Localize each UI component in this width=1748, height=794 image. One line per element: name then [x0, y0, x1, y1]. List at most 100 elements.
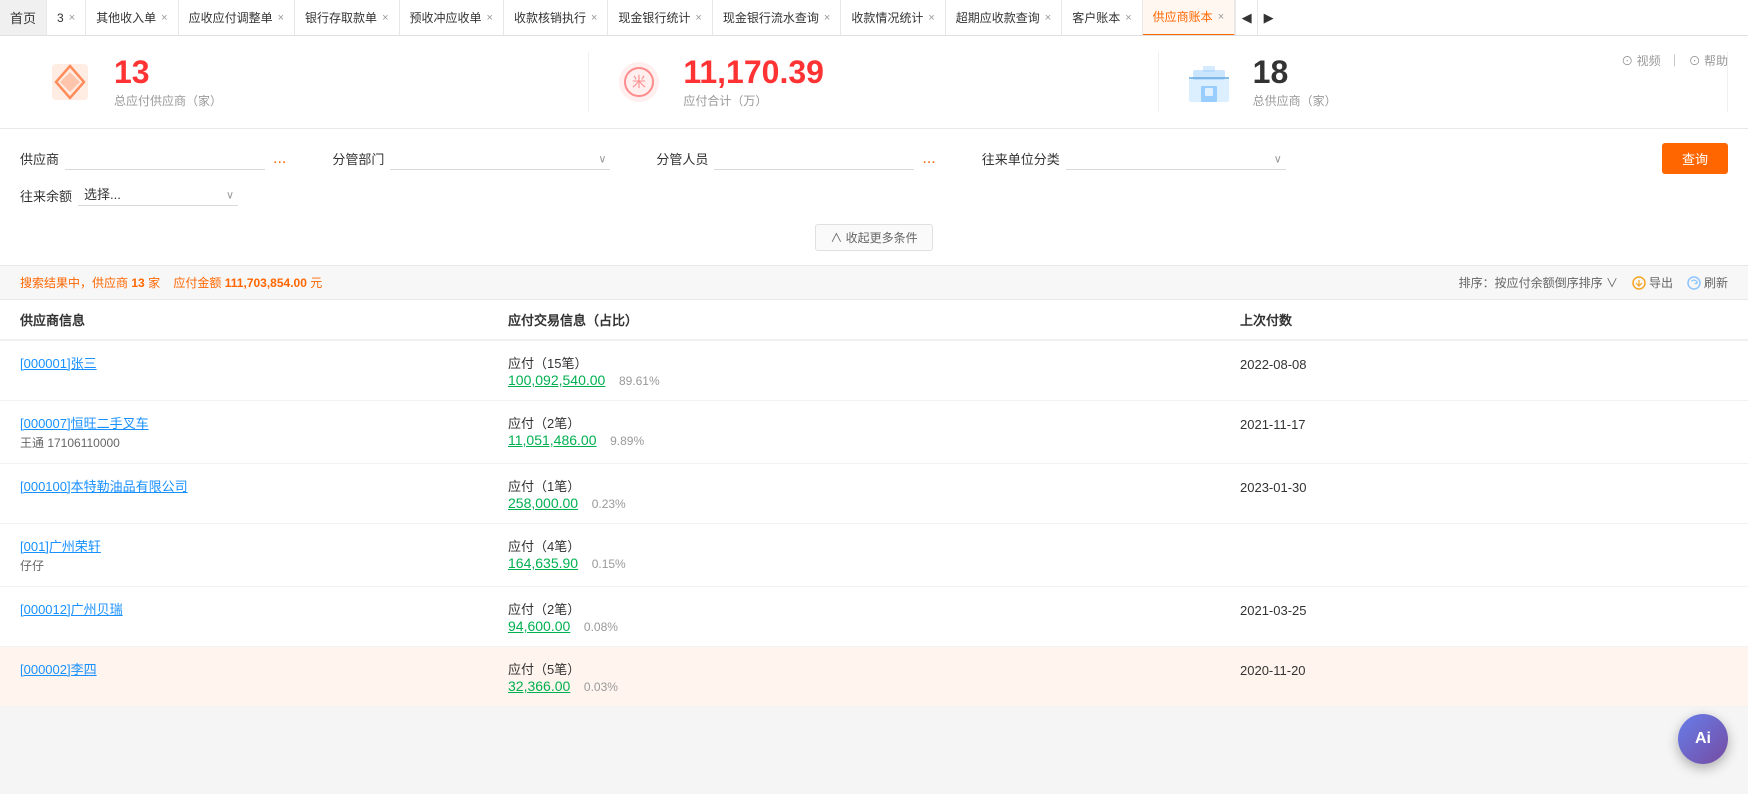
balance-select[interactable]: 选择... [78, 184, 238, 206]
nav-cash-bank-flow[interactable]: 现金银行流水查询 × [713, 0, 841, 36]
nav-cash-bank-stats[interactable]: 现金银行统计 × [608, 0, 712, 36]
tab3-label: 3 [57, 11, 64, 25]
supplier-link-0[interactable]: [000001]张三 [20, 356, 97, 371]
advance-offset-close[interactable]: × [487, 12, 493, 24]
balance-label: 往来余额 [20, 186, 72, 205]
nav-advance-offset[interactable]: 预收冲应收单 × [400, 0, 504, 36]
summary-label-1: 总应付供应商（家） [114, 92, 222, 109]
table-row: [000001]张三 应付（15笔） 100,092,540.00 89.61%… [0, 341, 1748, 401]
trans-percent-5: 0.03% [584, 680, 618, 694]
summary-card-1: 13 总应付供应商（家） [20, 52, 589, 112]
dept-select[interactable] [390, 148, 610, 170]
col-header-transaction: 应付交易信息（占比） [508, 310, 1240, 329]
bank-deposit-close[interactable]: × [382, 12, 388, 24]
receipt-stats-close[interactable]: × [928, 12, 934, 24]
nav-receipt-verify[interactable]: 收款核销执行 × [504, 0, 608, 36]
category-label: 往来单位分类 [982, 149, 1060, 168]
nav-home[interactable]: 首页 [0, 0, 47, 36]
nav-supplier-ledger[interactable]: 供应商账本 × [1143, 0, 1235, 36]
cell-transaction-4: 应付（2笔） 94,600.00 0.08% [508, 599, 1240, 634]
ai-button[interactable]: Ai [1678, 714, 1728, 764]
collapse-button[interactable]: ∧ 收起更多条件 [815, 224, 932, 251]
supplier-ledger-label: 供应商账本 [1153, 8, 1213, 25]
cell-transaction-5: 应付（5笔） 32,366.00 0.03% [508, 659, 1240, 694]
tab3-close[interactable]: × [69, 12, 75, 24]
trans-label-2: 应付（1笔） [508, 476, 1240, 495]
supplier-label: 供应商 [20, 149, 59, 168]
export-label: 导出 [1649, 274, 1673, 291]
supplier-link-1[interactable]: [000007]恒旺二手叉车 [20, 416, 149, 431]
supplier-link-5[interactable]: [000002]李四 [20, 662, 97, 677]
filter-area: 供应商 ... 分管部门 ∨ 分管人员 ... 往来单位分类 [0, 129, 1748, 266]
sort-chevron-icon[interactable]: ∨ [1606, 276, 1618, 290]
supplier-link-4[interactable]: [000012]广州贝瑞 [20, 602, 123, 617]
nav-tab-3[interactable]: 3 × [47, 0, 86, 36]
customer-ledger-close[interactable]: × [1125, 12, 1131, 24]
cell-supplier-2: [000100]本特勒油品有限公司 [20, 476, 508, 511]
export-button[interactable]: 导出 [1632, 274, 1673, 291]
cell-supplier-4: [000012]广州贝瑞 [20, 599, 508, 634]
ar-ap-adjust-label: 应收应付调整单 [189, 9, 273, 26]
trans-amount-5[interactable]: 32,366.00 [508, 678, 570, 694]
supplier-input[interactable] [65, 148, 265, 170]
person-label: 分管人员 [656, 149, 708, 168]
filter-person: 分管人员 ... [656, 148, 935, 170]
filter-row-2: 往来余额 选择... ∨ [20, 184, 1728, 206]
trans-amount-4[interactable]: 94,600.00 [508, 618, 570, 634]
trans-percent-1: 9.89% [610, 434, 644, 448]
filter-category: 往来单位分类 ∨ [982, 148, 1286, 170]
query-button[interactable]: 查询 [1662, 143, 1728, 174]
cell-lastpay-0: 2022-08-08 [1240, 353, 1728, 388]
col-header-lastpay: 上次付数 [1240, 310, 1728, 329]
cash-bank-stats-close[interactable]: × [695, 12, 701, 24]
filter-row-1: 供应商 ... 分管部门 ∨ 分管人员 ... 往来单位分类 [20, 143, 1728, 174]
nav-customer-ledger[interactable]: 客户账本 × [1062, 0, 1142, 36]
ai-label: Ai [1695, 730, 1711, 748]
cell-lastpay-5: 2020-11-20 [1240, 659, 1728, 694]
home-label: 首页 [10, 8, 36, 27]
supplier-link-2[interactable]: [000100]本特勒油品有限公司 [20, 479, 188, 494]
supplier-ledger-close[interactable]: × [1218, 11, 1224, 23]
results-amount-prefix: 应付金额 [173, 276, 221, 290]
nav-other-income[interactable]: 其他收入单 × [86, 0, 178, 36]
overdue-ar-close[interactable]: × [1045, 12, 1051, 24]
ar-ap-adjust-close[interactable]: × [278, 12, 284, 24]
help-link[interactable]: ⊙ 帮助 [1689, 52, 1728, 69]
nav-bank-deposit[interactable]: 银行存取款单 × [295, 0, 399, 36]
trans-amount-0[interactable]: 100,092,540.00 [508, 372, 605, 388]
cell-lastpay-3 [1240, 536, 1728, 574]
customer-ledger-label: 客户账本 [1072, 9, 1120, 26]
refresh-label: 刷新 [1704, 274, 1728, 291]
trans-amount-2[interactable]: 258,000.00 [508, 495, 578, 511]
nav-overdue-ar[interactable]: 超期应收款查询 × [946, 0, 1062, 36]
summary-number-1: 13 [114, 55, 222, 90]
trans-label-3: 应付（4笔） [508, 536, 1240, 555]
results-bar: 搜索结果中，供应商 13 家 应付金额 111,703,854.00 元 排序：… [0, 266, 1748, 300]
nav-left-arrow[interactable]: ◀ [1235, 0, 1257, 36]
supplier-link-3[interactable]: [001]广州荣轩 [20, 539, 101, 554]
person-input[interactable] [714, 148, 914, 170]
summary-bar: 13 总应付供应商（家） 米 11,170.39 应付合计（万） [0, 36, 1748, 129]
trans-amount-1[interactable]: 11,051,486.00 [508, 432, 597, 448]
person-dots[interactable]: ... [922, 150, 935, 168]
nav-ar-ap-adjust[interactable]: 应收应付调整单 × [179, 0, 295, 36]
help-sep: ｜ [1669, 52, 1681, 69]
other-income-close[interactable]: × [161, 12, 167, 24]
trans-percent-0: 89.61% [619, 374, 660, 388]
nav-right-arrow[interactable]: ▶ [1257, 0, 1279, 36]
main-table-container: 供应商信息 应付交易信息（占比） 上次付数 [000001]张三 应付（15笔）… [0, 300, 1748, 707]
refresh-button[interactable]: 刷新 [1687, 274, 1728, 291]
cell-transaction-2: 应付（1笔） 258,000.00 0.23% [508, 476, 1240, 511]
cell-lastpay-2: 2023-01-30 [1240, 476, 1728, 511]
category-select[interactable] [1066, 148, 1286, 170]
video-link[interactable]: ⊙ 视频 [1621, 52, 1660, 69]
supplier-dots[interactable]: ... [273, 150, 286, 168]
cell-transaction-1: 应付（2笔） 11,051,486.00 9.89% [508, 413, 1240, 451]
nav-receipt-stats[interactable]: 收款情况统计 × [841, 0, 945, 36]
trans-amount-3[interactable]: 164,635.90 [508, 555, 578, 571]
category-select-wrap: ∨ [1066, 148, 1286, 170]
table-header: 供应商信息 应付交易信息（占比） 上次付数 [0, 300, 1748, 341]
receipt-verify-close[interactable]: × [591, 12, 597, 24]
cell-supplier-5: [000002]李四 [20, 659, 508, 694]
cash-bank-flow-close[interactable]: × [824, 12, 830, 24]
